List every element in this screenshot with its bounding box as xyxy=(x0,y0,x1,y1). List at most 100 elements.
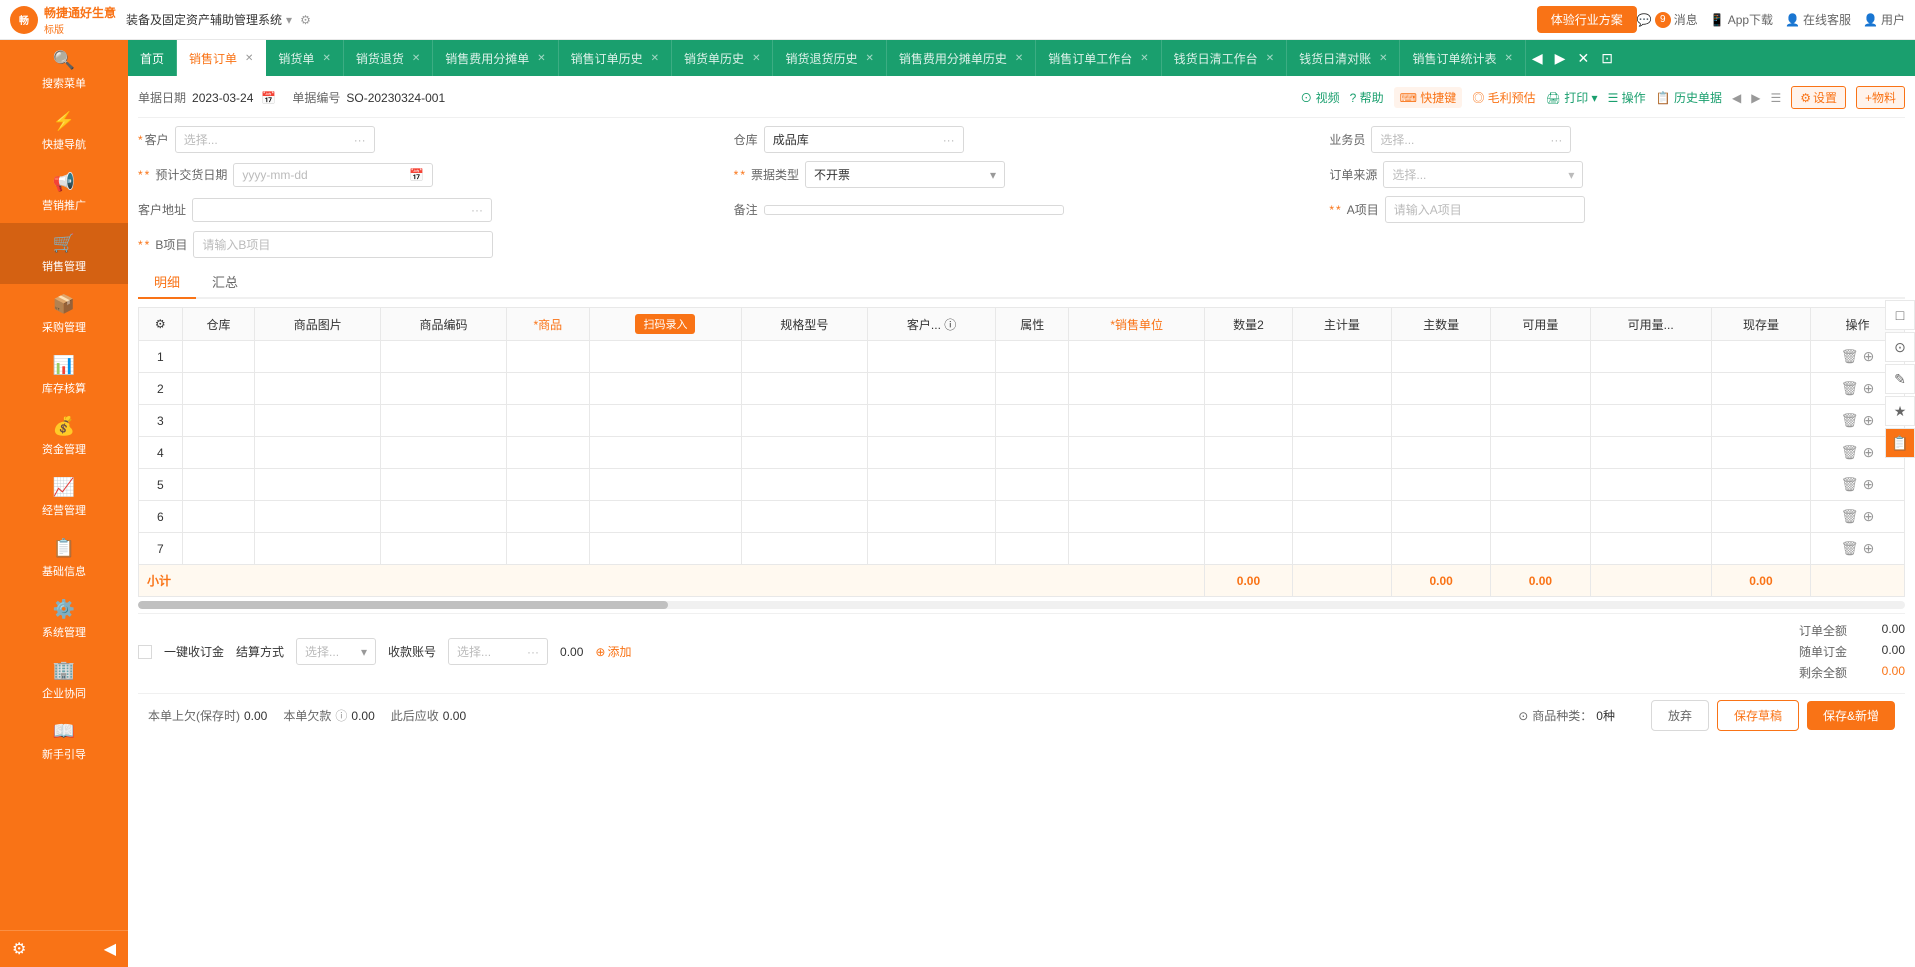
float-btn-1[interactable]: □ xyxy=(1885,300,1915,330)
owe-info-icon[interactable]: ⓘ xyxy=(335,707,347,724)
invoice-type-select[interactable]: 不开票 ▾ xyxy=(805,161,1005,188)
sidebar-collapse-icon[interactable]: ◀ xyxy=(104,939,116,959)
tab-fee-history[interactable]: 销售费用分摊单历史 ✕ xyxy=(887,40,1036,76)
account-input[interactable]: 选择... ··· xyxy=(448,638,548,665)
user-menu[interactable]: 👤 用户 xyxy=(1863,11,1905,28)
delete-icon[interactable]: 🗑 xyxy=(1841,476,1859,493)
calendar2-icon[interactable]: 📅 xyxy=(409,168,424,182)
delete-icon[interactable]: 🗑 xyxy=(1841,380,1859,397)
print-btn[interactable]: 🖨 打印 ▾ xyxy=(1546,89,1598,106)
tab-return-history[interactable]: 销货退货历史 ✕ xyxy=(773,40,886,76)
tab-close-fee-split[interactable]: ✕ xyxy=(537,53,545,64)
float-btn-3[interactable]: ✎ xyxy=(1885,364,1915,394)
delete-icon[interactable]: 🗑 xyxy=(1841,444,1859,461)
tab-close-cash-workbench[interactable]: ✕ xyxy=(1266,53,1274,64)
tab-close-sales-return[interactable]: ✕ xyxy=(412,53,420,64)
tab-expand-btn[interactable]: ⊡ xyxy=(1595,50,1619,67)
tab-menu-btn[interactable]: ✕ xyxy=(1571,50,1595,67)
sidebar-item-operations[interactable]: 📈 经营管理 xyxy=(0,467,128,528)
sidebar-item-search[interactable]: 🔍 搜索菜单 xyxy=(0,40,128,101)
salesperson-input[interactable]: 选择... ··· xyxy=(1371,126,1571,153)
list-view-icon[interactable]: ☰ xyxy=(1770,91,1781,105)
settings-btn[interactable]: ⚙ 设置 xyxy=(1791,86,1846,109)
sidebar-item-enterprise[interactable]: 🏢 企业协同 xyxy=(0,650,128,711)
tab-detail[interactable]: 明细 xyxy=(138,266,196,299)
notes-input[interactable] xyxy=(764,205,1064,215)
sidebar-item-inventory[interactable]: 📊 库存核算 xyxy=(0,345,128,406)
sidebar-item-system[interactable]: ⚙️ 系统管理 xyxy=(0,589,128,650)
tab-fee-split[interactable]: 销售费用分摊单 ✕ xyxy=(433,40,558,76)
tab-close-sales-refund[interactable]: ✕ xyxy=(322,53,330,64)
sidebar-item-sales[interactable]: 🛒 销售管理 xyxy=(0,223,128,284)
account-dots[interactable]: ··· xyxy=(527,645,539,659)
add-material-btn[interactable]: +物料 xyxy=(1856,86,1905,109)
calendar-icon[interactable]: 📅 xyxy=(261,91,276,105)
save-draft-btn[interactable]: 保存草稿 xyxy=(1717,700,1799,731)
tab-close-refund-history[interactable]: ✕ xyxy=(752,53,760,64)
copy-icon[interactable]: ⊕ xyxy=(1863,444,1875,461)
industry-btn[interactable]: 体验行业方案 xyxy=(1537,6,1637,33)
copy-icon[interactable]: ⊕ xyxy=(1863,476,1875,493)
customer-dots[interactable]: ··· xyxy=(354,133,366,147)
save-new-btn[interactable]: 保存&新增 xyxy=(1807,701,1895,730)
delete-icon[interactable]: 🗑 xyxy=(1841,508,1859,525)
app-download[interactable]: 📱 App下载 xyxy=(1710,11,1773,28)
tab-close-fee-history[interactable]: ✕ xyxy=(1015,53,1023,64)
copy-icon[interactable]: ⊕ xyxy=(1863,348,1875,365)
tab-close-cash-reconcile[interactable]: ✕ xyxy=(1379,53,1387,64)
tab-order-history[interactable]: 销售订单历史 ✕ xyxy=(559,40,672,76)
tab-order-workbench[interactable]: 销售订单工作台 ✕ xyxy=(1036,40,1161,76)
sidebar-settings-icon[interactable]: ⚙ xyxy=(12,939,26,959)
copy-icon[interactable]: ⊕ xyxy=(1863,380,1875,397)
sidebar-item-marketing[interactable]: 📢 营销推广 xyxy=(0,162,128,223)
copy-icon[interactable]: ⊕ xyxy=(1863,508,1875,525)
tab-close-order-stats[interactable]: ✕ xyxy=(1505,53,1513,64)
tab-close-order-history[interactable]: ✕ xyxy=(651,53,659,64)
copy-icon[interactable]: ⊕ xyxy=(1863,412,1875,429)
float-btn-2[interactable]: ⊙ xyxy=(1885,332,1915,362)
scan-input-btn[interactable]: 扫码录入 xyxy=(635,314,695,334)
tab-summary[interactable]: 汇总 xyxy=(196,266,254,297)
warehouse-dots[interactable]: ··· xyxy=(943,133,955,147)
system-dropdown-icon[interactable]: ▾ xyxy=(286,13,292,27)
tab-close-sales-order[interactable]: ✕ xyxy=(245,53,253,64)
delete-icon[interactable]: 🗑 xyxy=(1841,540,1859,557)
sidebar-item-purchase[interactable]: 📦 采购管理 xyxy=(0,284,128,345)
add-payment-btn[interactable]: ⊕ 添加 xyxy=(595,643,631,660)
nav-next-icon[interactable]: ▶ xyxy=(1751,91,1760,105)
video-btn[interactable]: ⊙ 视频 xyxy=(1300,89,1339,106)
nav-prev-icon[interactable]: ◀ xyxy=(1732,91,1741,105)
col-settings[interactable]: ⚙ xyxy=(139,308,183,341)
discard-btn[interactable]: 放弃 xyxy=(1651,700,1709,731)
a-project-input[interactable]: 请输入A项目 xyxy=(1385,196,1585,223)
tab-order-stats[interactable]: 销售订单统计表 ✕ xyxy=(1400,40,1525,76)
address-dots[interactable]: ··· xyxy=(471,203,483,217)
tab-next-btn[interactable]: ▶ xyxy=(1549,50,1572,67)
delete-icon[interactable]: 🗑 xyxy=(1841,412,1859,429)
tab-cash-reconcile[interactable]: 钱货日清对账 ✕ xyxy=(1287,40,1400,76)
delete-icon[interactable]: 🗑 xyxy=(1841,348,1859,365)
tab-cash-workbench[interactable]: 钱货日清工作台 ✕ xyxy=(1162,40,1287,76)
history-btn[interactable]: 📋 历史单据 xyxy=(1656,89,1722,106)
float-btn-4[interactable]: ★ xyxy=(1885,396,1915,426)
deposit-checkbox[interactable] xyxy=(138,645,152,659)
tab-refund-history[interactable]: 销货单历史 ✕ xyxy=(672,40,773,76)
sidebar-item-quick[interactable]: ⚡ 快捷导航 xyxy=(0,101,128,162)
sidebar-item-finance[interactable]: 💰 资金管理 xyxy=(0,406,128,467)
profit-btn[interactable]: ◎ 毛利预估 xyxy=(1472,89,1535,106)
help-btn[interactable]: ? 帮助 xyxy=(1350,89,1384,106)
horizontal-scrollbar[interactable] xyxy=(138,601,1905,609)
customer-input[interactable]: 选择... ··· xyxy=(175,126,375,153)
tab-sales-return[interactable]: 销货退货 ✕ xyxy=(344,40,433,76)
settlement-select[interactable]: 选择... ▾ xyxy=(296,638,376,665)
sidebar-item-newbie[interactable]: 📖 新手引导 xyxy=(0,711,128,772)
shortcut-btn[interactable]: ⌨ 快捷键 xyxy=(1394,87,1463,108)
tab-close-return-history[interactable]: ✕ xyxy=(865,53,873,64)
b-project-input[interactable]: 请输入B项目 xyxy=(193,231,493,258)
order-source-input[interactable]: 选择... ▾ xyxy=(1383,161,1583,188)
tab-prev-btn[interactable]: ◀ xyxy=(1526,50,1549,67)
tab-sales-order[interactable]: 销售订单 ✕ xyxy=(177,40,266,76)
operations-btn[interactable]: ☰ 操作 xyxy=(1608,89,1646,106)
address-input[interactable]: ··· xyxy=(192,198,492,222)
settings-icon[interactable]: ⚙ xyxy=(300,13,311,27)
